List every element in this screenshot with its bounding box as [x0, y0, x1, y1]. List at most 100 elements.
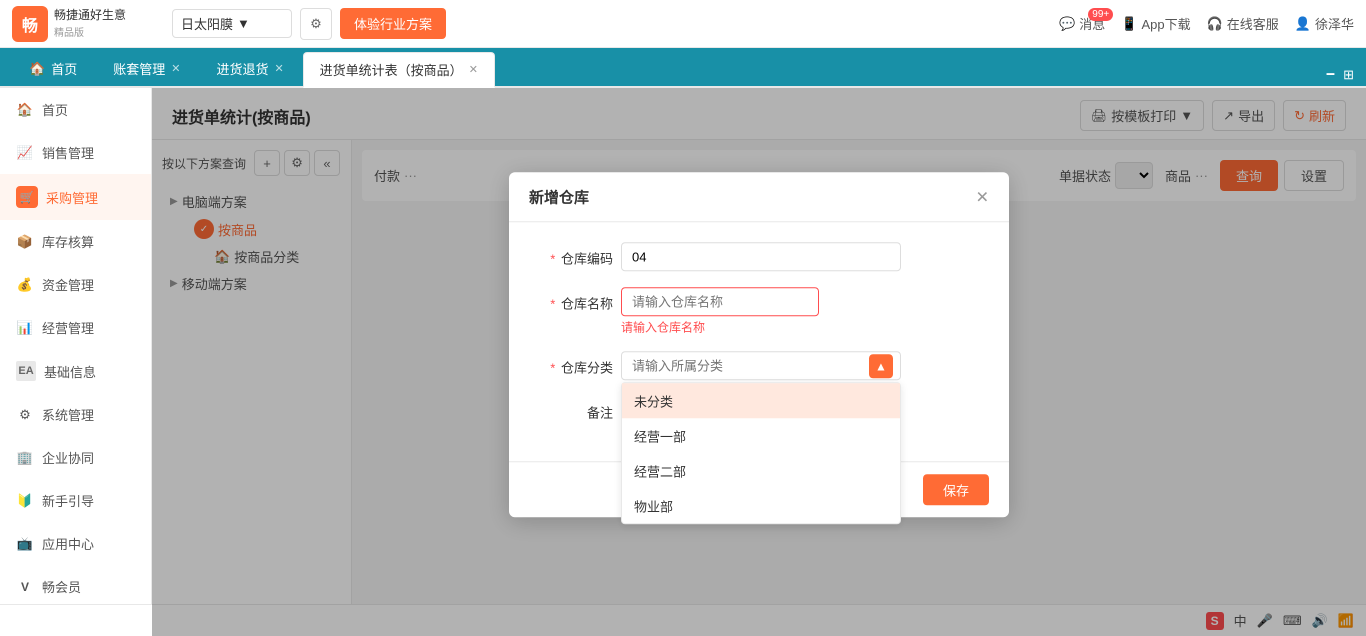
modal-body: * 仓库编码 * 仓库名称 请输入仓库名称 — [509, 222, 1009, 461]
phone-icon: 📱 — [1121, 16, 1137, 32]
sidebar-label-inventory: 库存核算 — [42, 232, 94, 251]
finance-icon: 💰 — [16, 276, 34, 294]
tab-home[interactable]: 🏠 首页 — [12, 50, 94, 86]
tab-accounts-label: 账套管理 — [113, 59, 165, 78]
form-row-code: * 仓库编码 — [533, 242, 985, 271]
sidebar-label-sales: 销售管理 — [42, 143, 94, 162]
tab-purchase-return[interactable]: 进货退货 ✕ — [199, 50, 300, 86]
category-toggle-button[interactable]: ▲ — [869, 354, 893, 378]
sidebar-label-guide: 新手引导 — [42, 491, 94, 510]
gear-icon: ⚙ — [310, 16, 322, 32]
save-button[interactable]: 保存 — [923, 474, 989, 505]
top-right-area: 💬 消息 99+ 📱 App下载 🎧 在线客服 👤 徐泽华 — [1059, 14, 1354, 33]
sidebar-item-guide[interactable]: 🔰 新手引导 — [0, 479, 151, 522]
warehouse-code-input[interactable] — [621, 242, 901, 271]
category-input[interactable] — [621, 351, 901, 380]
tab-purchase-stats-label: 进货单统计表（按商品） — [320, 60, 463, 79]
tab-purchase-stats[interactable]: 进货单统计表（按商品） ✕ — [303, 52, 495, 88]
top-navbar: 畅 畅捷通好生意 精品版 日太阳膜 ▼ ⚙ 体验行业方案 💬 消息 99+ 📱 … — [0, 0, 1366, 48]
sidebar: 🏠 首页 📈 销售管理 🛒 采购管理 📦 库存核算 💰 资金管理 📊 经营管理 … — [0, 88, 152, 636]
tab-purchase-return-label: 进货退货 — [216, 59, 268, 78]
sidebar-label-collab: 企业协同 — [42, 448, 94, 467]
trial-button[interactable]: 体验行业方案 — [340, 8, 446, 39]
sidebar-item-system[interactable]: ⚙ 系统管理 — [0, 393, 151, 436]
dropdown-item-1[interactable]: 经营一部 — [622, 418, 900, 453]
sidebar-label-vip: 畅会员 — [42, 577, 81, 596]
sidebar-item-finance[interactable]: 💰 资金管理 — [0, 263, 151, 306]
modal-title: 新增仓库 — [529, 186, 589, 207]
name-label: * 仓库名称 — [533, 287, 613, 312]
store-selector[interactable]: 日太阳膜 ▼ — [172, 9, 292, 38]
modal-close-button[interactable]: ✕ — [976, 187, 989, 207]
warehouse-name-input[interactable] — [621, 287, 819, 316]
note-label: 备注 — [533, 396, 613, 421]
tab-purchase-stats-close[interactable]: ✕ — [469, 63, 478, 76]
guide-icon: 🔰 — [16, 492, 34, 510]
vip-icon: V — [16, 578, 34, 596]
logo-area: 畅 畅捷通好生意 精品版 — [12, 6, 164, 42]
system-icon: ⚙ — [16, 406, 34, 424]
tab-accounts-close[interactable]: ✕ — [171, 62, 180, 75]
sidebar-item-collab[interactable]: 🏢 企业协同 — [0, 436, 151, 479]
dropdown-item-3[interactable]: 物业部 — [622, 488, 900, 523]
tab-action-expand[interactable]: ⊞ — [1343, 67, 1354, 83]
message-badge: 99+ — [1088, 8, 1113, 21]
logo-text: 畅捷通好生意 — [54, 8, 126, 24]
online-service-button[interactable]: 🎧 在线客服 — [1207, 14, 1279, 33]
sidebar-label-system: 系统管理 — [42, 405, 94, 424]
user-profile-button[interactable]: 👤 徐泽华 — [1295, 14, 1354, 33]
home-icon: 🏠 — [29, 61, 45, 77]
sidebar-label-operation: 经营管理 — [42, 318, 94, 337]
tab-purchase-return-close[interactable]: ✕ — [274, 62, 283, 75]
logo-sub: 精品版 — [54, 24, 126, 39]
sales-icon: 📈 — [16, 144, 34, 162]
chevron-down-icon: ▼ — [237, 16, 250, 31]
purchase-icon: 🛒 — [16, 186, 38, 208]
message-icon: 💬 — [1059, 16, 1075, 32]
sidebar-item-operation[interactable]: 📊 经营管理 — [0, 306, 151, 349]
sidebar-label-basic: 基础信息 — [44, 362, 96, 381]
collab-icon: 🏢 — [16, 449, 34, 467]
home-icon: 🏠 — [16, 101, 34, 119]
code-label: * 仓库编码 — [533, 242, 613, 267]
category-input-wrap: ▲ 未分类 经营一部 经营二部 物业部 — [621, 351, 901, 380]
sidebar-item-purchase[interactable]: 🛒 采购管理 — [0, 174, 151, 220]
headset-icon: 🎧 — [1207, 16, 1223, 32]
user-icon: 👤 — [1295, 16, 1311, 32]
sidebar-label-home: 首页 — [42, 100, 68, 119]
sidebar-item-sales[interactable]: 📈 销售管理 — [0, 131, 151, 174]
content-area: 进货单统计(按商品) 🖨 按模板打印 ▼ ↗ 导出 ↻ 刷新 — [152, 88, 1366, 636]
dropdown-item-2[interactable]: 经营二部 — [622, 453, 900, 488]
tab-action-minimize[interactable]: 🗕 — [1326, 64, 1335, 86]
category-dropdown: 未分类 经营一部 经营二部 物业部 — [621, 382, 901, 524]
basic-info-icon: EA — [16, 361, 36, 381]
sidebar-label-purchase: 采购管理 — [46, 188, 98, 207]
logo-icon: 畅 — [12, 6, 48, 42]
app-download-button[interactable]: 📱 App下载 — [1121, 14, 1190, 33]
settings-button[interactable]: ⚙ — [300, 8, 332, 40]
operation-icon: 📊 — [16, 319, 34, 337]
form-row-name: * 仓库名称 请输入仓库名称 — [533, 287, 985, 335]
sidebar-item-apps[interactable]: 📺 应用中心 — [0, 522, 151, 565]
sidebar-item-basic[interactable]: EA 基础信息 — [0, 349, 151, 393]
form-row-category: * 仓库分类 ▲ 未分类 经营一部 经营二部 物业部 — [533, 351, 985, 380]
sidebar-item-vip[interactable]: V 畅会员 — [0, 565, 151, 608]
name-error-msg: 请输入仓库名称 — [621, 318, 985, 335]
message-button[interactable]: 💬 消息 99+ — [1059, 14, 1105, 33]
category-label: * 仓库分类 — [533, 351, 613, 376]
sidebar-label-apps: 应用中心 — [42, 534, 94, 553]
sidebar-item-home[interactable]: 🏠 首页 — [0, 88, 151, 131]
modal-header: 新增仓库 ✕ — [509, 172, 1009, 222]
inventory-icon: 📦 — [16, 233, 34, 251]
store-name: 日太阳膜 — [181, 14, 233, 33]
tab-accounts[interactable]: 账套管理 ✕ — [96, 50, 197, 86]
main-layout: 🏠 首页 📈 销售管理 🛒 采购管理 📦 库存核算 💰 资金管理 📊 经营管理 … — [0, 88, 1366, 636]
add-warehouse-modal: 新增仓库 ✕ * 仓库编码 * 仓库名称 — [509, 172, 1009, 517]
tab-home-label: 首页 — [51, 59, 77, 78]
tab-actions: 🗕 ⊞ — [1326, 64, 1354, 86]
sidebar-label-finance: 资金管理 — [42, 275, 94, 294]
dropdown-item-0[interactable]: 未分类 — [622, 383, 900, 418]
sidebar-item-inventory[interactable]: 📦 库存核算 — [0, 220, 151, 263]
apps-icon: 📺 — [16, 535, 34, 553]
tab-bar: 🏠 首页 账套管理 ✕ 进货退货 ✕ 进货单统计表（按商品） ✕ 🗕 ⊞ — [0, 48, 1366, 88]
